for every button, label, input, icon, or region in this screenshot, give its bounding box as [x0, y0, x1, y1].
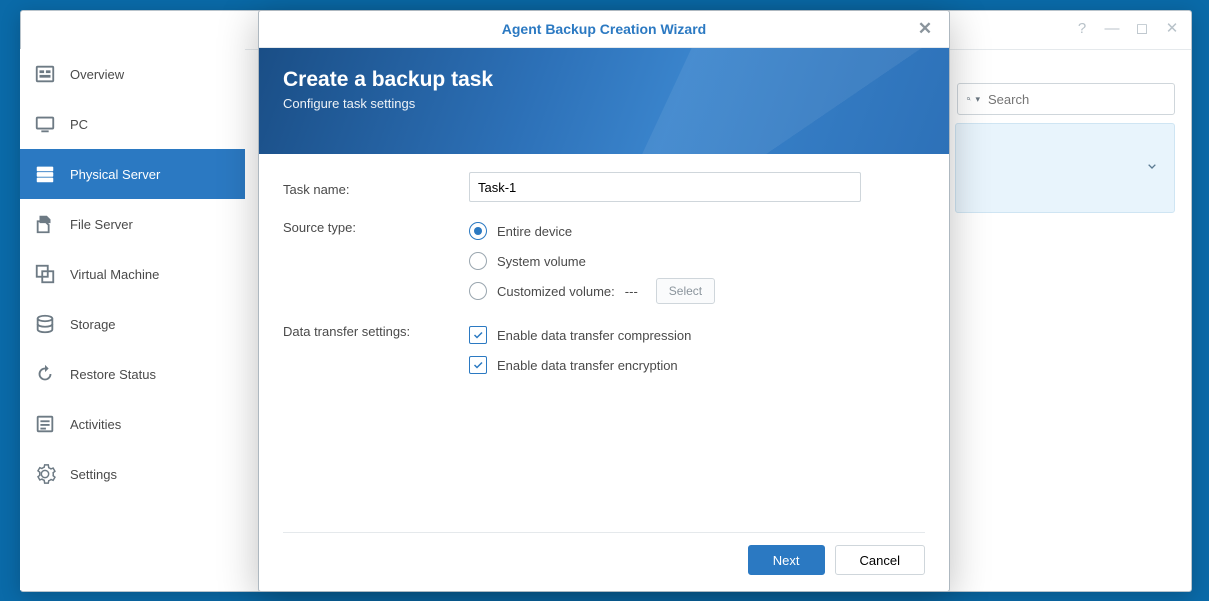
label-task-name: Task name: [283, 178, 469, 197]
sidebar-item-settings[interactable]: Settings [20, 449, 245, 499]
sidebar-item-label: Overview [70, 67, 124, 82]
overview-icon [34, 63, 56, 85]
storage-icon [34, 313, 56, 335]
sidebar-item-overview[interactable]: Overview [20, 49, 245, 99]
restore-icon [34, 363, 56, 385]
sidebar-item-file-server[interactable]: File Server [20, 199, 245, 249]
checkbox-label: Enable data transfer encryption [497, 358, 678, 373]
pc-icon [34, 113, 56, 135]
close-window-button[interactable]: ✕ [1159, 17, 1185, 39]
hero-title: Create a backup task [283, 68, 925, 92]
hero-subtitle: Configure task settings [283, 96, 925, 111]
search-dropdown-caret[interactable]: ▾ [975, 94, 980, 105]
select-volume-button[interactable]: Select [656, 278, 715, 304]
wizard-hero: Create a backup task Configure task sett… [259, 48, 949, 154]
help-button[interactable]: ? [1069, 17, 1095, 39]
sidebar-item-virtual-machine[interactable]: Virtual Machine [20, 249, 245, 299]
radio-label: System volume [497, 254, 586, 269]
sidebar-item-pc[interactable]: PC [20, 99, 245, 149]
chevron-down-icon [1144, 158, 1160, 177]
maximize-button[interactable]: ◻ [1129, 17, 1155, 39]
next-button[interactable]: Next [748, 545, 825, 575]
sidebar-item-activities[interactable]: Activities [20, 399, 245, 449]
minimize-button[interactable]: — [1099, 17, 1125, 39]
fileserver-icon [34, 213, 56, 235]
radio-label: Entire device [497, 224, 572, 239]
label-data-transfer: Data transfer settings: [283, 320, 469, 339]
sidebar-item-label: Physical Server [70, 167, 160, 182]
vm-icon [34, 263, 56, 285]
sidebar-item-storage[interactable]: Storage [20, 299, 245, 349]
radio-label: Customized volume: [497, 284, 615, 299]
footer-separator [283, 532, 925, 533]
radio-entire-device[interactable] [469, 222, 487, 240]
side-info-panel[interactable] [955, 123, 1175, 213]
close-icon[interactable]: ✕ [911, 11, 939, 47]
radio-system-volume[interactable] [469, 252, 487, 270]
sidebar-item-label: Storage [70, 317, 116, 332]
sidebar-item-restore-status[interactable]: Restore Status [20, 349, 245, 399]
wizard-dialog: Agent Backup Creation Wizard ✕ Create a … [258, 10, 950, 592]
search-input[interactable] [986, 91, 1166, 108]
search-icon [966, 92, 971, 106]
radio-customized-volume[interactable] [469, 282, 487, 300]
search-field[interactable]: ▾ [957, 83, 1175, 115]
label-source-type: Source type: [283, 216, 469, 235]
sidebar-item-label: Restore Status [70, 367, 156, 382]
sidebar-item-physical-server[interactable]: Physical Server [20, 149, 245, 199]
checkbox-compression[interactable] [469, 326, 487, 344]
sidebar-item-label: File Server [70, 217, 133, 232]
cancel-button[interactable]: Cancel [835, 545, 925, 575]
custom-volume-value: --- [625, 284, 638, 299]
sidebar-item-label: Activities [70, 417, 121, 432]
activities-icon [34, 413, 56, 435]
sidebar: Overview PC Physical Server File Server … [20, 49, 245, 590]
checkbox-encryption[interactable] [469, 356, 487, 374]
task-name-input[interactable] [469, 172, 861, 202]
sidebar-item-label: PC [70, 117, 88, 132]
sidebar-item-label: Virtual Machine [70, 267, 159, 282]
settings-icon [34, 463, 56, 485]
checkbox-label: Enable data transfer compression [497, 328, 691, 343]
wizard-title-text: Agent Backup Creation Wizard [502, 21, 706, 37]
server-icon [34, 163, 56, 185]
sidebar-item-label: Settings [70, 467, 117, 482]
wizard-title: Agent Backup Creation Wizard ✕ [259, 11, 949, 48]
